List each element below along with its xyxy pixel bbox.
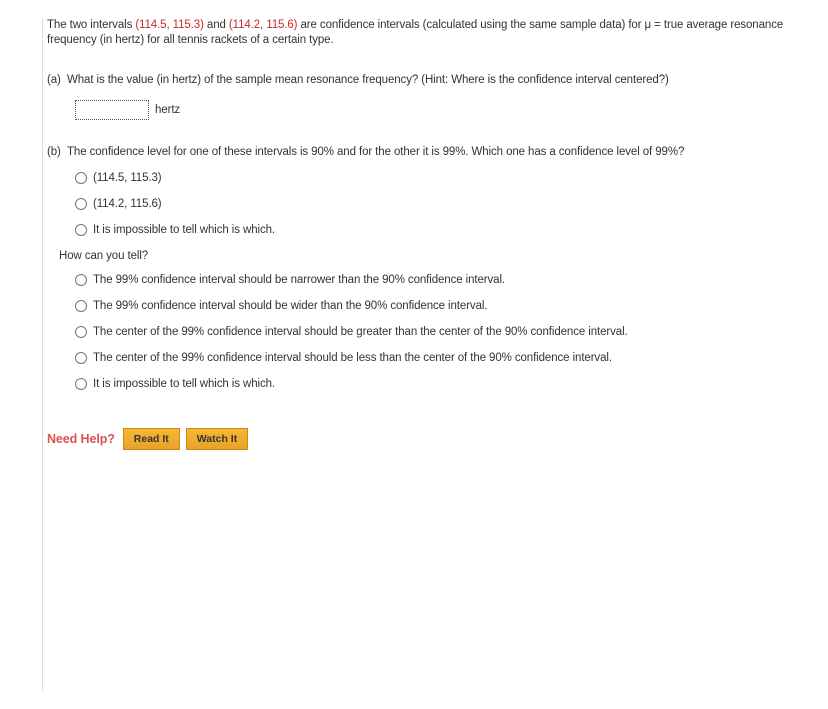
part-b-subquestion: How can you tell?	[59, 250, 828, 262]
option-b2-3-label: The center of the 99% confidence interva…	[93, 326, 628, 338]
radio-b2-5[interactable]	[75, 378, 87, 390]
part-b-label: (b)	[47, 146, 61, 158]
option-b2-3[interactable]: The center of the 99% confidence interva…	[75, 326, 828, 338]
part-b-question: (b) The confidence level for one of thes…	[47, 146, 828, 158]
option-b2-1[interactable]: The 99% confidence interval should be na…	[75, 274, 828, 286]
option-b2-4[interactable]: The center of the 99% confidence interva…	[75, 352, 828, 364]
interval-2: (114.2, 115.6)	[229, 19, 298, 31]
part-a-text: What is the value (in hertz) of the samp…	[67, 74, 669, 86]
option-b2-2[interactable]: The 99% confidence interval should be wi…	[75, 300, 828, 312]
radio-b2-4[interactable]	[75, 352, 87, 364]
option-b1-2[interactable]: (114.2, 115.6)	[75, 198, 828, 210]
part-a: (a) What is the value (in hertz) of the …	[47, 74, 828, 120]
intro-text-prefix: The two intervals	[47, 19, 135, 31]
intro-text-mid: and	[204, 19, 229, 31]
option-b1-3[interactable]: It is impossible to tell which is which.	[75, 224, 828, 236]
unit-label: hertz	[155, 104, 180, 116]
option-b1-1[interactable]: (114.5, 115.3)	[75, 172, 828, 184]
option-b1-3-label: It is impossible to tell which is which.	[93, 224, 275, 236]
part-b-text: The confidence level for one of these in…	[67, 146, 684, 158]
option-b2-4-label: The center of the 99% confidence interva…	[93, 352, 612, 364]
option-b2-2-label: The 99% confidence interval should be wi…	[93, 300, 487, 312]
part-b-options-2: The 99% confidence interval should be na…	[75, 274, 828, 390]
radio-b2-3[interactable]	[75, 326, 87, 338]
part-b-options-1: (114.5, 115.3) (114.2, 115.6) It is impo…	[75, 172, 828, 236]
part-a-question: (a) What is the value (in hertz) of the …	[47, 74, 828, 86]
option-b2-5[interactable]: It is impossible to tell which is which.	[75, 378, 828, 390]
watch-it-button[interactable]: Watch It	[186, 428, 248, 450]
need-help-label: Need Help?	[47, 432, 115, 446]
option-b1-2-label: (114.2, 115.6)	[93, 198, 162, 210]
option-b2-5-label: It is impossible to tell which is which.	[93, 378, 275, 390]
mean-input[interactable]	[75, 100, 149, 120]
option-b2-1-label: The 99% confidence interval should be na…	[93, 274, 505, 286]
radio-b1-3[interactable]	[75, 224, 87, 236]
need-help-row: Need Help? Read It Watch It	[47, 428, 828, 450]
part-b: (b) The confidence level for one of thes…	[47, 146, 828, 390]
read-it-button[interactable]: Read It	[123, 428, 180, 450]
question-intro: The two intervals (114.5, 115.3) and (11…	[47, 18, 828, 48]
radio-b2-1[interactable]	[75, 274, 87, 286]
interval-1: (114.5, 115.3)	[135, 19, 204, 31]
radio-b1-1[interactable]	[75, 172, 87, 184]
radio-b2-2[interactable]	[75, 300, 87, 312]
part-a-label: (a)	[47, 74, 61, 86]
radio-b1-2[interactable]	[75, 198, 87, 210]
option-b1-1-label: (114.5, 115.3)	[93, 172, 162, 184]
